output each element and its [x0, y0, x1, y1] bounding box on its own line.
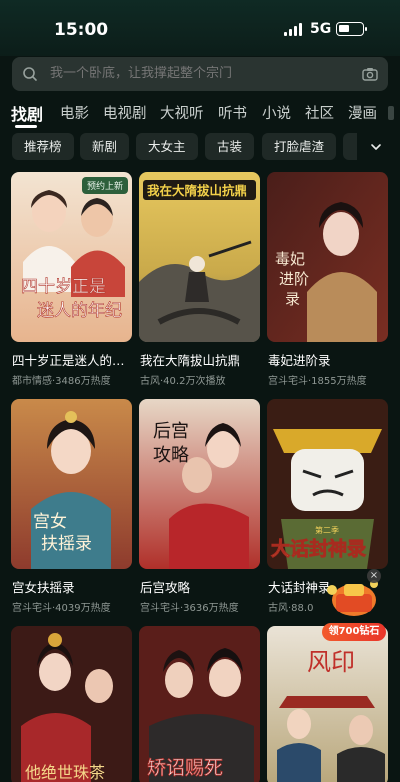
poster-title: 四十岁正是 [21, 277, 106, 297]
tab-audiobook[interactable]: 听书 [218, 102, 247, 123]
drama-poster[interactable]: 风印 [267, 626, 388, 782]
filter-chips: 推荐榜 新剧 大女主 古装 打脸虐渣 [0, 133, 400, 161]
status-badge: 预约上新 [81, 177, 128, 194]
drama-poster[interactable]: 矫诏赐死 [139, 626, 260, 782]
tab-community[interactable]: 社区 [305, 102, 334, 123]
status-time: 15:00 [54, 20, 109, 40]
drama-meta: 宫斗宅斗·3636万热度 [140, 603, 239, 614]
chip-new[interactable]: 新剧 [80, 133, 130, 160]
network-label: 5G [310, 21, 332, 37]
drama-poster[interactable]: 毒妃 进阶 录 [267, 172, 388, 342]
poster-title: 矫诏赐死 [147, 757, 223, 779]
tab-novel[interactable]: 小说 [262, 102, 291, 123]
tab-tv-series[interactable]: 电视剧 [103, 102, 147, 123]
tab-movie[interactable]: 电影 [60, 102, 89, 123]
signal-icon [284, 23, 302, 36]
status-bar: 15:00 5G [0, 0, 400, 56]
poster-title: 迷人的年纪 [37, 301, 122, 321]
drama-poster[interactable]: 他绝世珠茶 [11, 626, 132, 782]
poster-title: 他绝世珠茶 [25, 763, 105, 782]
chip-ranking[interactable]: 推荐榜 [12, 133, 74, 160]
poster-title: 风印 [307, 648, 355, 676]
chip-costume[interactable]: 古装 [205, 133, 255, 160]
poster-title: 扶摇录 [41, 534, 92, 554]
poster-title: 后宫 [153, 421, 189, 442]
drama-meta: 宫斗宅斗·4039万热度 [12, 603, 111, 614]
chip-heroine[interactable]: 大女主 [136, 133, 198, 160]
tab-comics[interactable]: 漫画 [348, 102, 377, 123]
poster-title: 录 [285, 290, 300, 308]
drama-title: 我在大隋拔山抗鼎 [140, 353, 241, 368]
poster-title: 进阶 [279, 270, 309, 288]
poster-title: 攻略 [153, 445, 189, 466]
search-input[interactable] [50, 57, 350, 91]
nav-overflow-indicator [388, 106, 394, 120]
poster-title: 第二季 [315, 525, 339, 535]
drama-poster[interactable]: 后宫 攻略 [139, 399, 260, 569]
poster-title: 大话封神录 [271, 537, 366, 560]
chip-revenge[interactable]: 打脸虐渣 [262, 133, 337, 160]
drama-title: 毒妃进阶录 [268, 353, 331, 368]
drama-meta: 都市情感·3486万热度 [12, 376, 111, 387]
poster-title: 我在大隋拔山抗鼎 [147, 183, 247, 198]
reward-label[interactable]: 领700钻石 [322, 623, 386, 641]
poster-title: 宫女 [33, 512, 67, 532]
chip-overflow [343, 133, 357, 160]
drama-meta: 宫斗宅斗·1855万热度 [268, 376, 367, 387]
drama-poster[interactable]: 宫女 扶摇录 [11, 399, 132, 569]
battery-icon [336, 22, 367, 36]
tab-zhaoju[interactable]: 找剧 [11, 101, 43, 128]
drama-poster[interactable]: 我在大隋拔山抗鼎 [139, 172, 260, 342]
poster-title: 毒妃 [275, 250, 305, 268]
search-icon [23, 67, 37, 81]
drama-title: 后宫攻略 [140, 580, 191, 595]
drama-poster[interactable]: 第二季 大话封神录 [267, 399, 388, 569]
close-icon[interactable]: × [367, 569, 381, 583]
camera-icon[interactable] [362, 66, 378, 82]
drama-title: 四十岁正是迷人的… [12, 353, 125, 368]
drama-title: 宫女扶摇录 [12, 580, 75, 595]
search-bar[interactable] [12, 57, 388, 91]
drama-meta: 古风·40.2万次播放 [140, 376, 226, 387]
nav-tabs: 找剧 电影 电视剧 大视听 听书 小说 社区 漫画 [0, 96, 400, 130]
drama-poster[interactable]: 四十岁正是 迷人的年纪 预约上新 [11, 172, 132, 342]
tab-audio-visual[interactable]: 大视听 [160, 102, 204, 123]
chevron-down-icon[interactable] [370, 141, 382, 153]
